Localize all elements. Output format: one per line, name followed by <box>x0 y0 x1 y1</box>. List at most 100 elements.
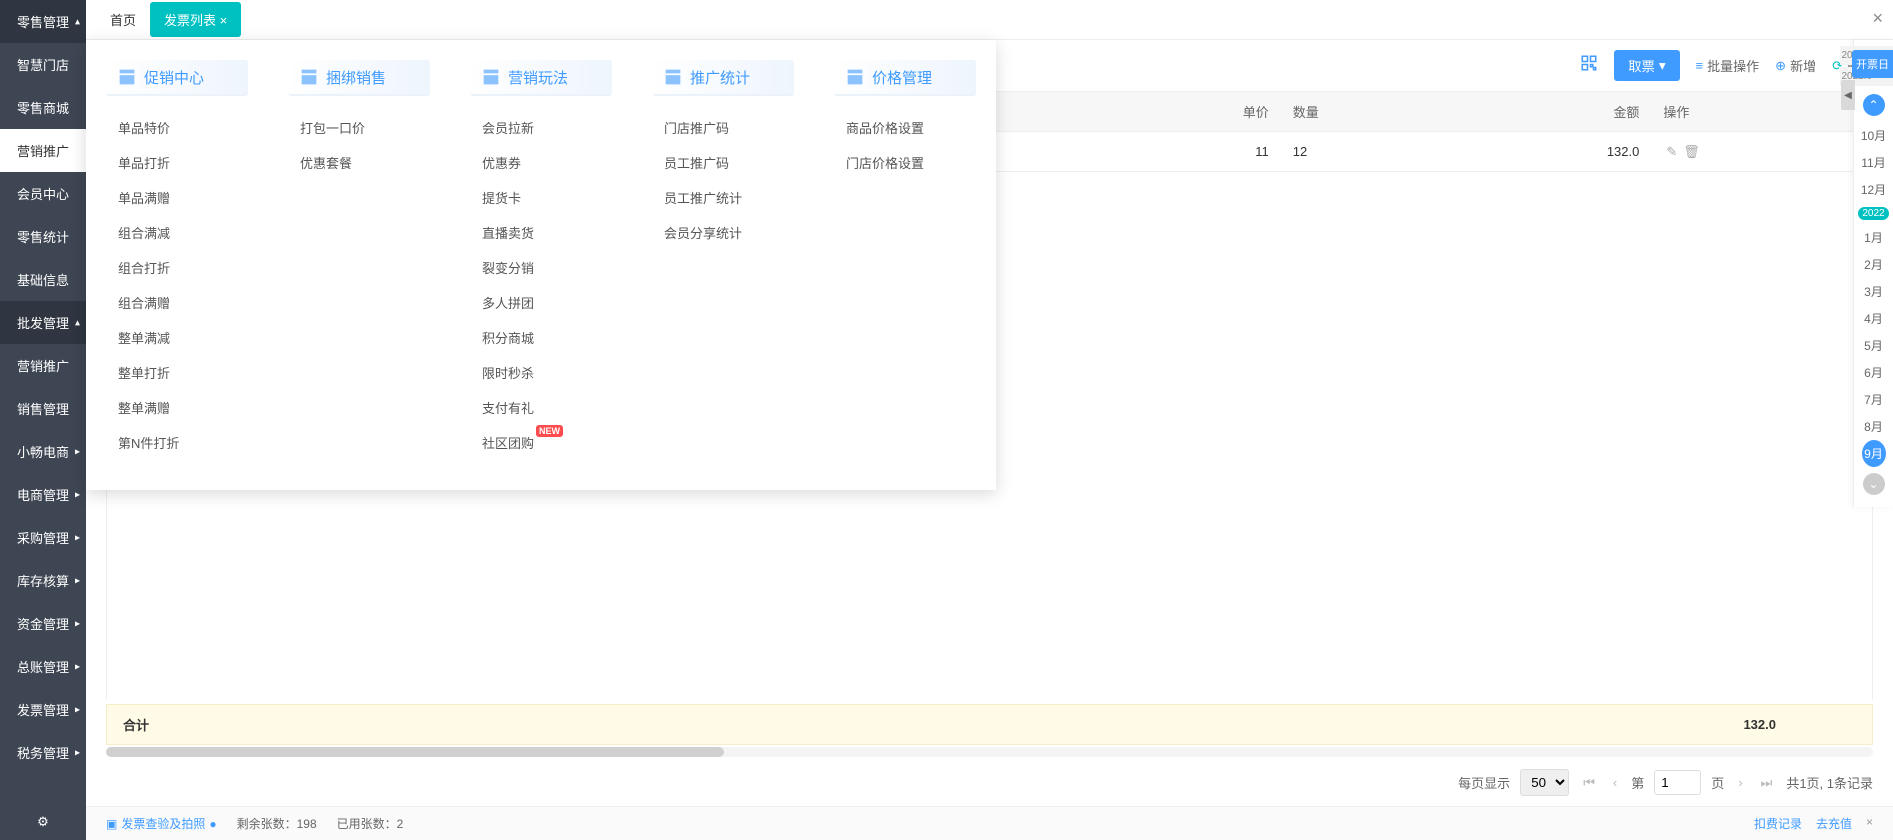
mega-link[interactable]: 会员拉新 <box>460 110 622 145</box>
horizontal-scrollbar[interactable] <box>106 747 1873 757</box>
mega-link[interactable]: 整单打折 <box>96 355 258 390</box>
timeline-month[interactable]: 6月 <box>1864 359 1883 386</box>
qrcode-icon[interactable] <box>1580 54 1598 77</box>
add-button[interactable]: ⊕ 新增 <box>1775 56 1816 75</box>
timeline-month[interactable]: 11月 <box>1861 149 1885 176</box>
caret-icon: ▸ <box>75 532 80 543</box>
page-input[interactable] <box>1654 770 1701 795</box>
timeline-collapse-icon[interactable]: ◀ <box>1841 80 1855 110</box>
mega-link[interactable]: 组合打折 <box>96 250 258 285</box>
mega-link[interactable]: 优惠套餐 <box>278 145 440 180</box>
mega-link[interactable]: 社区团购NEW <box>460 425 622 460</box>
sidebar-group[interactable]: 批发管理▴ <box>0 301 86 344</box>
timeline-month[interactable]: 8月 <box>1864 413 1883 440</box>
mega-column-header: 推广统计 <box>652 60 794 96</box>
recharge-link[interactable]: 去充值 <box>1816 815 1852 832</box>
mega-link[interactable]: 支付有礼 <box>460 390 622 425</box>
timeline-month[interactable]: 2月 <box>1864 251 1883 278</box>
footer-bar: ▣ 发票查验及拍照 ● 剩余张数：198 已用张数：2 扣费记录 去充值 × <box>86 806 1893 840</box>
caret-icon: ▴ <box>75 317 80 328</box>
sidebar-group[interactable]: 资金管理▸ <box>0 602 86 645</box>
timeline-month[interactable]: 12月 <box>1861 176 1886 203</box>
batch-action-button[interactable]: ≡ 批量操作 <box>1696 56 1760 75</box>
info-icon: ● <box>209 817 216 831</box>
timeline-month[interactable]: 10月 <box>1861 122 1886 149</box>
invoice-date-toggle[interactable]: 开票日 <box>1852 50 1893 78</box>
mega-link[interactable]: 会员分享统计 <box>642 215 804 250</box>
delete-icon[interactable]: 🗑 <box>1683 144 1700 159</box>
mega-link[interactable]: 第N件打折 <box>96 425 258 460</box>
mega-link[interactable]: 打包一口价 <box>278 110 440 145</box>
footer-close-icon[interactable]: × <box>1866 815 1873 832</box>
caret-icon: ▸ <box>75 489 80 500</box>
mega-link[interactable]: 多人拼团 <box>460 285 622 320</box>
sidebar-group[interactable]: 库存核算▸ <box>0 559 86 602</box>
mega-link[interactable]: 商品价格设置 <box>824 110 986 145</box>
sidebar-item[interactable]: 零售统计 <box>0 215 86 258</box>
get-invoice-button[interactable]: 取票 ▾ <box>1614 50 1679 81</box>
timeline-month[interactable]: 4月 <box>1864 305 1883 332</box>
table-header: 金额 <box>1455 92 1652 132</box>
main: 首页发票列表 ×× 促销中心单品特价单品打折单品满赠组合满减组合打折组合满赠整单… <box>86 0 1893 840</box>
mega-link[interactable]: 员工推广统计 <box>642 180 804 215</box>
tab[interactable]: 发票列表 × <box>150 2 241 37</box>
totals-amount: 132.0 <box>1743 717 1776 732</box>
page-suffix: 页 <box>1711 773 1724 792</box>
per-page-select[interactable]: 50 <box>1520 769 1569 796</box>
sidebar-group[interactable]: 电商管理▸ <box>0 473 86 516</box>
mega-link[interactable]: 提货卡 <box>460 180 622 215</box>
mega-link[interactable]: 门店价格设置 <box>824 145 986 180</box>
sidebar-group[interactable]: 零售管理▴ <box>0 0 86 43</box>
sidebar-group[interactable]: 发票管理▸ <box>0 688 86 731</box>
mega-link[interactable]: 员工推广码 <box>642 145 804 180</box>
new-badge: NEW <box>536 425 563 437</box>
mega-link[interactable]: 裂变分销 <box>460 250 622 285</box>
settings-icon[interactable]: ⚙ <box>0 804 86 840</box>
mega-link[interactable]: 整单满减 <box>96 320 258 355</box>
sidebar-item[interactable]: 基础信息 <box>0 258 86 301</box>
sidebar-group[interactable]: 小畅电商▸ <box>0 430 86 473</box>
caret-icon: ▸ <box>75 704 80 715</box>
mega-link[interactable]: 整单满赠 <box>96 390 258 425</box>
plus-icon: ⊕ <box>1775 58 1786 74</box>
deduct-link[interactable]: 扣费记录 <box>1754 815 1802 832</box>
invoice-check-link[interactable]: ▣ 发票查验及拍照 ● <box>106 815 217 832</box>
prev-page-button[interactable]: ‹ <box>1609 775 1621 790</box>
sidebar-item[interactable]: 销售管理 <box>0 387 86 430</box>
tab[interactable]: 首页 <box>96 2 150 37</box>
sidebar-group[interactable]: 税务管理▸ <box>0 731 86 774</box>
scrollbar-thumb[interactable] <box>106 747 724 757</box>
mega-link[interactable]: 直播卖货 <box>460 215 622 250</box>
sidebar-group[interactable]: 总账管理▸ <box>0 645 86 688</box>
close-all-tabs-button[interactable]: × <box>1872 8 1883 29</box>
scroll-down-icon[interactable]: ⌄ <box>1863 473 1885 495</box>
sidebar-item[interactable]: 营销推广 <box>0 344 86 387</box>
timeline-month[interactable]: 3月 <box>1864 278 1883 305</box>
sidebar-item[interactable]: 会员中心 <box>0 172 86 215</box>
table-cell: 12 <box>1281 132 1455 172</box>
mega-link[interactable]: 单品特价 <box>96 110 258 145</box>
sidebar-group[interactable]: 采购管理▸ <box>0 516 86 559</box>
timeline-month[interactable]: 5月 <box>1864 332 1883 359</box>
scroll-up-icon[interactable]: ⌃ <box>1863 94 1885 116</box>
sidebar-item[interactable]: 智慧门店 <box>0 43 86 86</box>
first-page-button[interactable]: ⏮ <box>1579 775 1599 791</box>
mega-link[interactable]: 积分商城 <box>460 320 622 355</box>
mega-link[interactable]: 单品打折 <box>96 145 258 180</box>
last-page-button[interactable]: ⏭ <box>1757 775 1777 791</box>
mega-link[interactable]: 组合满赠 <box>96 285 258 320</box>
timeline-month[interactable]: 1月 <box>1864 224 1883 251</box>
mega-column-header: 价格管理 <box>834 60 976 96</box>
mega-link[interactable]: 门店推广码 <box>642 110 804 145</box>
sidebar-item[interactable]: 营销推广 <box>0 129 86 172</box>
mega-link[interactable]: 优惠券 <box>460 145 622 180</box>
camera-icon: ▣ <box>106 817 117 831</box>
mega-link[interactable]: 组合满减 <box>96 215 258 250</box>
edit-icon[interactable]: ✎ <box>1666 144 1677 159</box>
timeline-month-active[interactable]: 9月 <box>1862 440 1886 467</box>
timeline-month[interactable]: 7月 <box>1864 386 1883 413</box>
next-page-button[interactable]: › <box>1734 775 1746 790</box>
mega-link[interactable]: 限时秒杀 <box>460 355 622 390</box>
mega-link[interactable]: 单品满赠 <box>96 180 258 215</box>
sidebar-item[interactable]: 零售商城 <box>0 86 86 129</box>
